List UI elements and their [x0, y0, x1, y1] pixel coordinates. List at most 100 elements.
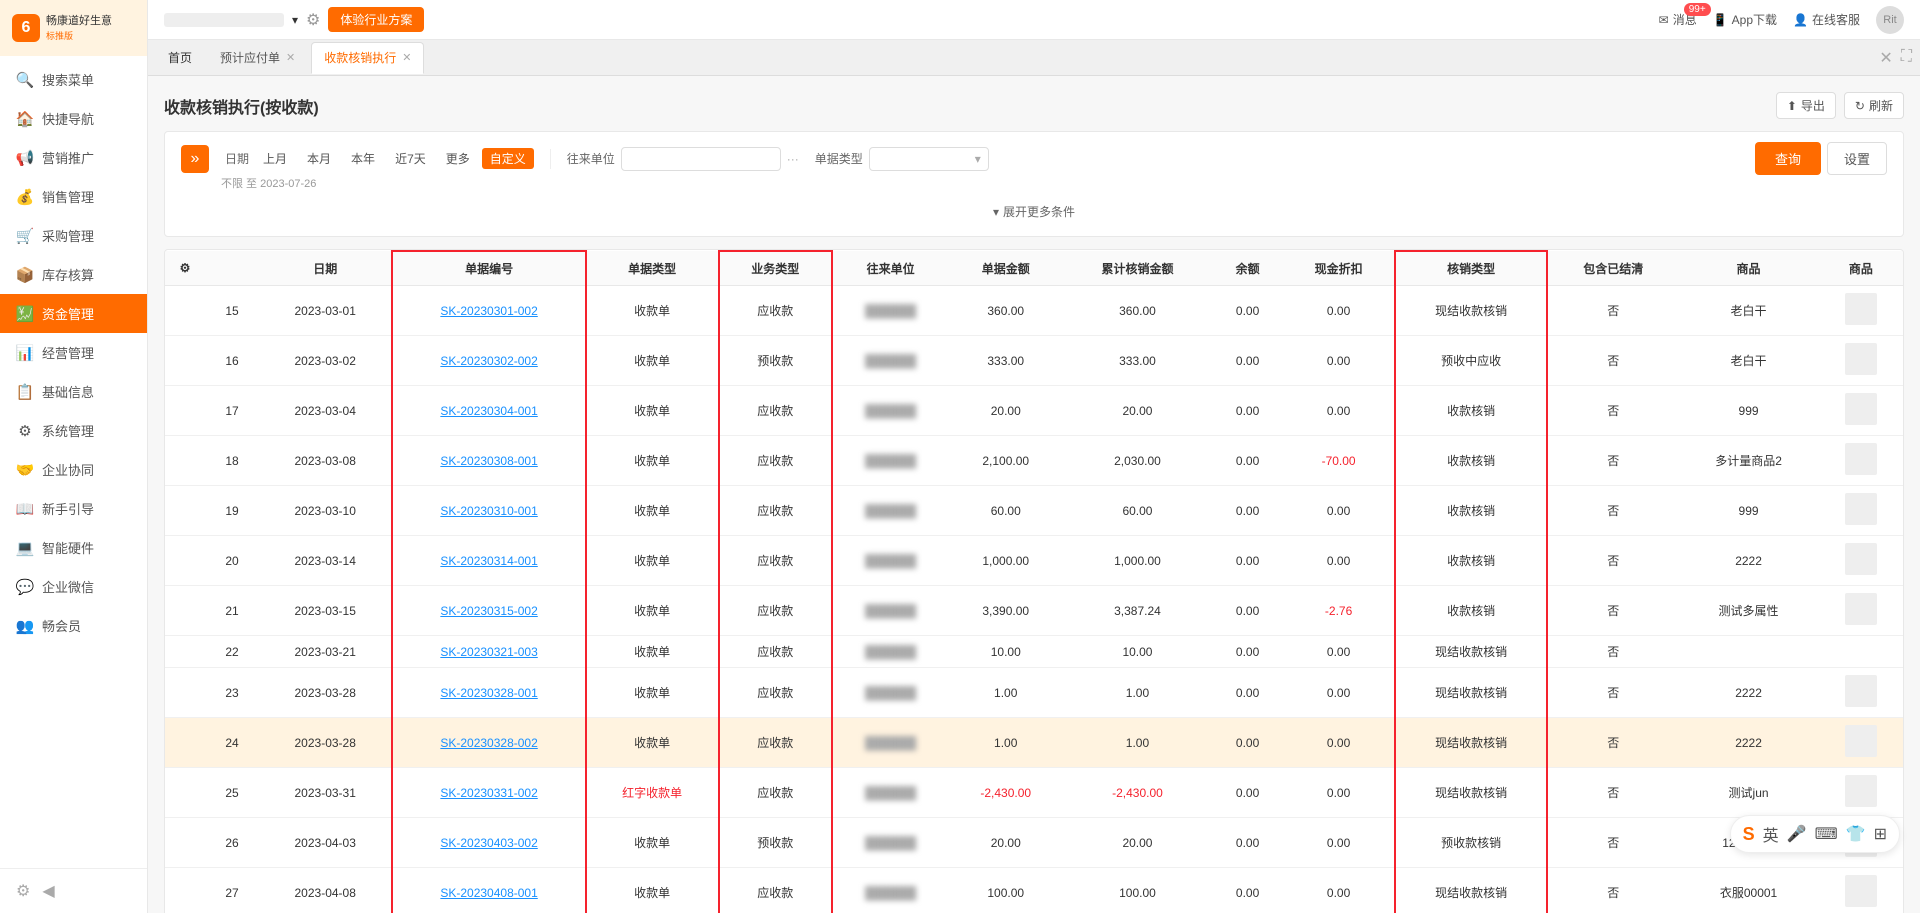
doc-no-link[interactable]: SK-20230408-001: [440, 886, 537, 900]
sidebar-item-member[interactable]: 👥畅会员: [0, 606, 147, 645]
row-date: 2023-03-04: [259, 386, 392, 436]
sidebar-item-corp[interactable]: 🤝企业协同: [0, 450, 147, 489]
partner-cell: ██████: [865, 454, 916, 468]
doc-no-link[interactable]: SK-20230403-002: [440, 836, 537, 850]
doc-no-link[interactable]: SK-20230315-002: [440, 604, 537, 618]
filter-doctype-select[interactable]: [869, 147, 989, 171]
sidebar-item-wechat[interactable]: 💬企业微信: [0, 567, 147, 606]
tab-payable[interactable]: 预计应付单 ✕: [208, 42, 307, 74]
sidebar-item-operations[interactable]: 📊经营管理: [0, 333, 147, 372]
row-gear[interactable]: [165, 868, 205, 913]
row-gear[interactable]: [165, 768, 205, 818]
row-gear[interactable]: [165, 586, 205, 636]
sidebar-item-system[interactable]: ⚙系统管理: [0, 411, 147, 450]
filter-opt-this-year[interactable]: 本年: [343, 148, 383, 169]
doc-no-link[interactable]: SK-20230304-001: [440, 404, 537, 418]
settings-icon[interactable]: ⚙: [16, 881, 30, 901]
english-icon[interactable]: 英: [1763, 822, 1779, 846]
mic-icon[interactable]: 🎤: [1787, 824, 1807, 844]
filter-opt-custom[interactable]: 自定义: [482, 148, 534, 169]
row-doc-type: 收款单: [586, 486, 719, 536]
filter-expand-button[interactable]: ▾ 展开更多条件: [181, 197, 1887, 226]
filter-opt-this-month[interactable]: 本月: [299, 148, 339, 169]
grid-icon[interactable]: ⊞: [1874, 824, 1887, 844]
filter-opt-more[interactable]: 更多: [438, 148, 478, 169]
collapse-icon[interactable]: ◀: [42, 881, 54, 901]
row-goods-img: [1819, 868, 1903, 913]
topbar-gear-icon[interactable]: ⚙: [306, 10, 320, 30]
sidebar-item-marketing[interactable]: 📢营销推广: [0, 138, 147, 177]
doc-no-link[interactable]: SK-20230314-001: [440, 554, 537, 568]
doc-no-link[interactable]: SK-20230328-002: [440, 736, 537, 750]
sidebar-item-inventory[interactable]: 📦库存核算: [0, 255, 147, 294]
avatar[interactable]: Rit: [1876, 6, 1904, 34]
col-gear[interactable]: ⚙: [165, 251, 205, 286]
shirt-icon[interactable]: 👕: [1846, 824, 1866, 844]
export-button[interactable]: ⬆ 导出: [1776, 92, 1836, 119]
sidebar-item-shortcut[interactable]: 🏠快捷导航: [0, 99, 147, 138]
row-goods: 测试多属性: [1678, 586, 1818, 636]
tab-payable-close[interactable]: ✕: [286, 46, 295, 70]
row-amount: 2,100.00: [948, 436, 1063, 486]
keyboard-icon[interactable]: ⌨: [1815, 824, 1838, 844]
message-icon: ✉: [1659, 13, 1669, 27]
filter-partner-input[interactable]: [621, 147, 781, 171]
row-gear[interactable]: [165, 336, 205, 386]
row-biz-type: 应收款: [719, 768, 832, 818]
sidebar-item-search[interactable]: 🔍搜索菜单: [0, 60, 147, 99]
filter-dots: ···: [787, 152, 799, 166]
message-button[interactable]: ✉ 消息 99+: [1659, 11, 1697, 28]
row-gear[interactable]: [165, 386, 205, 436]
partner-cell: ██████: [865, 645, 916, 659]
row-gear[interactable]: [165, 636, 205, 668]
row-include-settled: 否: [1547, 486, 1678, 536]
row-balance: 0.00: [1212, 586, 1283, 636]
doc-no-link[interactable]: SK-20230310-001: [440, 504, 537, 518]
row-gear[interactable]: [165, 668, 205, 718]
row-gear[interactable]: [165, 818, 205, 868]
tab-expand-icon[interactable]: ⛶: [1901, 48, 1912, 68]
row-include-settled: 否: [1547, 436, 1678, 486]
sidebar-item-hardware[interactable]: 💻智能硬件: [0, 528, 147, 567]
nav-label-search: 搜索菜单: [42, 70, 94, 89]
breadcrumb-arrow[interactable]: ▾: [292, 13, 298, 27]
sidebar-item-guide[interactable]: 📖新手引导: [0, 489, 147, 528]
setting-button[interactable]: 设置: [1827, 142, 1887, 175]
sidebar-item-basic[interactable]: 📋基础信息: [0, 372, 147, 411]
filter-toggle-button[interactable]: »: [181, 145, 209, 173]
topbar-left: ▾ ⚙ 体验行业方案: [164, 7, 1647, 32]
tab-home[interactable]: 首页: [156, 42, 204, 74]
row-cancel-type: 预收款核销: [1395, 818, 1547, 868]
row-gear[interactable]: [165, 286, 205, 336]
online-service-button[interactable]: 👤 在线客服: [1793, 11, 1860, 28]
filter-partner-label: 往来单位: [567, 150, 615, 167]
row-amount: 333.00: [948, 336, 1063, 386]
tab-collection-close[interactable]: ✕: [402, 46, 411, 70]
doc-no-link[interactable]: SK-20230301-002: [440, 304, 537, 318]
row-cancel-type: 收款核销: [1395, 386, 1547, 436]
doc-no-link[interactable]: SK-20230302-002: [440, 354, 537, 368]
app-download-button[interactable]: 📱 App下载: [1713, 11, 1777, 28]
row-gear[interactable]: [165, 536, 205, 586]
sidebar-item-purchase[interactable]: 🛒采购管理: [0, 216, 147, 255]
row-gear[interactable]: [165, 486, 205, 536]
tab-close-all-icon[interactable]: ✕: [1879, 48, 1892, 68]
sidebar-item-sales[interactable]: 💰销售管理: [0, 177, 147, 216]
industry-solution-button[interactable]: 体验行业方案: [328, 7, 424, 32]
query-button[interactable]: 查询: [1755, 142, 1821, 175]
table-row: 15 2023-03-01 SK-20230301-002 收款单 应收款 ██…: [165, 286, 1903, 336]
row-gear[interactable]: [165, 436, 205, 486]
row-written-off: 100.00: [1063, 868, 1212, 913]
doc-no-link[interactable]: SK-20230331-002: [440, 786, 537, 800]
row-cancel-type: 现结收款核销: [1395, 718, 1547, 768]
s-icon[interactable]: S: [1743, 824, 1755, 845]
filter-opt-7days[interactable]: 近7天: [387, 148, 434, 169]
tab-collection[interactable]: 收款核销执行 ✕: [311, 42, 424, 74]
refresh-button[interactable]: ↻ 刷新: [1844, 92, 1904, 119]
row-gear[interactable]: [165, 718, 205, 768]
sidebar-item-finance[interactable]: 💹资金管理: [0, 294, 147, 333]
doc-no-link[interactable]: SK-20230321-003: [440, 645, 537, 659]
filter-opt-last-month[interactable]: 上月: [255, 148, 295, 169]
doc-no-link[interactable]: SK-20230328-001: [440, 686, 537, 700]
doc-no-link[interactable]: SK-20230308-001: [440, 454, 537, 468]
